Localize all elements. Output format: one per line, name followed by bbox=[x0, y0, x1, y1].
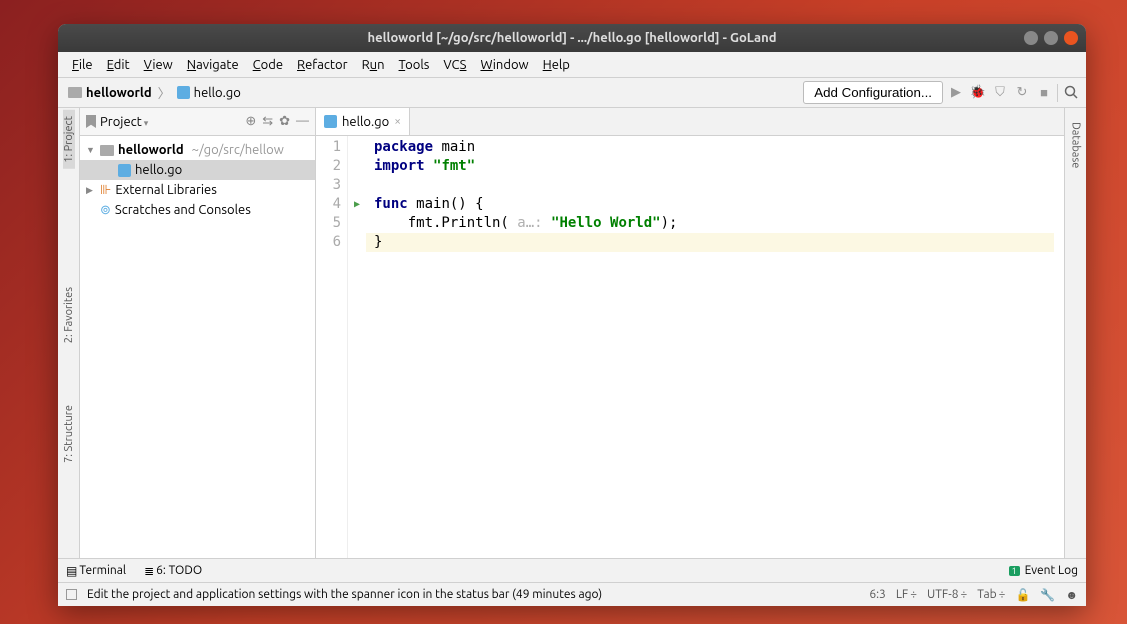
tool-todo[interactable]: ≣ 6: TODO bbox=[144, 564, 202, 578]
folder-icon bbox=[100, 145, 114, 156]
gear-icon[interactable]: ✿ bbox=[279, 114, 290, 129]
window-title: helloworld [~/go/src/helloworld] - .../h… bbox=[367, 31, 776, 45]
lock-icon[interactable]: 🔓 bbox=[1015, 588, 1030, 602]
titlebar[interactable]: helloworld [~/go/src/helloworld] - .../h… bbox=[58, 24, 1086, 52]
tool-terminal[interactable]: ▤ Terminal bbox=[66, 564, 126, 578]
chevron-down-icon: ▼ bbox=[86, 145, 96, 155]
tool-database[interactable]: Database bbox=[1070, 116, 1082, 174]
minimize-button[interactable] bbox=[1024, 31, 1038, 45]
menu-code[interactable]: Code bbox=[247, 56, 289, 74]
tree-root[interactable]: ▼ helloworld ~/go/src/hellow bbox=[80, 140, 315, 160]
bottom-tool-tabs: ▤ Terminal ≣ 6: TODO 1Event Log bbox=[58, 558, 1086, 582]
go-file-icon bbox=[177, 86, 190, 99]
collapse-icon[interactable]: ⇆ bbox=[262, 114, 273, 129]
menu-navigate[interactable]: Navigate bbox=[181, 56, 245, 74]
hide-icon[interactable]: — bbox=[296, 114, 309, 129]
wrench-icon[interactable]: 🔧 bbox=[1040, 588, 1055, 602]
library-icon: ⊪ bbox=[100, 183, 111, 198]
go-file-icon bbox=[324, 115, 337, 128]
debug-icon[interactable]: 🐞 bbox=[969, 84, 987, 102]
current-line-highlight bbox=[366, 233, 1054, 252]
stop-icon[interactable]: ■ bbox=[1035, 84, 1053, 102]
menu-help[interactable]: Help bbox=[537, 56, 576, 74]
profile-icon[interactable]: ↻ bbox=[1013, 84, 1031, 102]
right-tool-strip: Database bbox=[1064, 108, 1086, 558]
run-gutter-icon[interactable]: ▶ bbox=[348, 195, 366, 214]
menu-vcs[interactable]: VCS bbox=[437, 56, 472, 74]
cursor-position[interactable]: 6:3 bbox=[869, 588, 886, 601]
chevron-right-icon: 〉 bbox=[158, 83, 171, 102]
coverage-icon[interactable]: ⛉ bbox=[991, 84, 1009, 102]
tree-scratches[interactable]: ⊚ Scratches and Consoles bbox=[80, 200, 315, 220]
menu-tools[interactable]: Tools bbox=[393, 56, 436, 74]
close-tab-icon[interactable]: × bbox=[394, 115, 401, 128]
add-configuration-button[interactable]: Add Configuration... bbox=[803, 81, 943, 104]
project-icon bbox=[86, 115, 96, 128]
menu-view[interactable]: View bbox=[138, 56, 179, 74]
status-checkbox[interactable] bbox=[66, 589, 77, 600]
tool-structure[interactable]: 7: Structure bbox=[63, 399, 75, 469]
encoding[interactable]: UTF-8 ÷ bbox=[927, 588, 967, 601]
tree-external-libs[interactable]: ▶ ⊪ External Libraries bbox=[80, 180, 315, 200]
indent[interactable]: Tab ÷ bbox=[977, 588, 1005, 601]
search-icon[interactable] bbox=[1062, 84, 1080, 102]
tool-favorites[interactable]: 2: Favorites bbox=[63, 281, 75, 349]
project-view-selector[interactable]: Project bbox=[100, 115, 148, 129]
ide-window: helloworld [~/go/src/helloworld] - .../h… bbox=[58, 24, 1086, 606]
menu-run[interactable]: Run bbox=[356, 56, 391, 74]
maximize-button[interactable] bbox=[1044, 31, 1058, 45]
navbar: helloworld 〉 hello.go Add Configuration.… bbox=[58, 78, 1086, 108]
project-tree: ▼ helloworld ~/go/src/hellow hello.go ▶ … bbox=[80, 136, 315, 224]
gutter-icons: ▶ bbox=[348, 136, 366, 558]
project-panel-header: Project ⊕ ⇆ ✿ — bbox=[80, 108, 315, 136]
tool-project[interactable]: 1: Project bbox=[63, 110, 75, 169]
tab-hello[interactable]: hello.go × bbox=[316, 108, 410, 135]
menu-window[interactable]: Window bbox=[474, 56, 534, 74]
line-gutter: 123456 bbox=[316, 136, 348, 558]
close-button[interactable] bbox=[1064, 31, 1078, 45]
go-file-icon bbox=[118, 164, 131, 177]
statusbar: Edit the project and application setting… bbox=[58, 582, 1086, 606]
line-separator[interactable]: LF ÷ bbox=[896, 588, 917, 601]
run-icon[interactable]: ▶ bbox=[947, 84, 965, 102]
code-editor[interactable]: 123456 ▶ package mainimport "fmt"func ma… bbox=[316, 136, 1064, 558]
menu-edit[interactable]: Edit bbox=[101, 56, 136, 74]
event-log[interactable]: 1Event Log bbox=[1009, 564, 1078, 577]
menu-file[interactable]: File bbox=[66, 56, 99, 74]
menubar: File Edit View Navigate Code Refactor Ru… bbox=[58, 52, 1086, 78]
tab-label: hello.go bbox=[342, 115, 389, 129]
editor-tabs: hello.go × bbox=[316, 108, 1064, 136]
chevron-right-icon: ▶ bbox=[86, 185, 96, 196]
breadcrumb-file: hello.go bbox=[194, 86, 241, 100]
locate-icon[interactable]: ⊕ bbox=[245, 114, 256, 129]
menu-refactor[interactable]: Refactor bbox=[291, 56, 354, 74]
face-icon[interactable]: ☻ bbox=[1065, 588, 1078, 602]
status-tip: Edit the project and application setting… bbox=[87, 588, 602, 601]
folder-icon bbox=[68, 87, 82, 98]
left-tool-strip: 1: Project 2: Favorites 7: Structure bbox=[58, 108, 80, 558]
event-badge: 1 bbox=[1009, 566, 1020, 576]
scratches-icon: ⊚ bbox=[100, 203, 111, 218]
editor-area: hello.go × 123456 ▶ package mainimport "… bbox=[316, 108, 1064, 558]
project-panel: Project ⊕ ⇆ ✿ — ▼ helloworld ~/go/src/he… bbox=[80, 108, 316, 558]
tree-file-hello[interactable]: hello.go bbox=[80, 160, 315, 180]
breadcrumb-project: helloworld bbox=[86, 86, 152, 100]
breadcrumb[interactable]: helloworld 〉 hello.go bbox=[64, 83, 245, 102]
